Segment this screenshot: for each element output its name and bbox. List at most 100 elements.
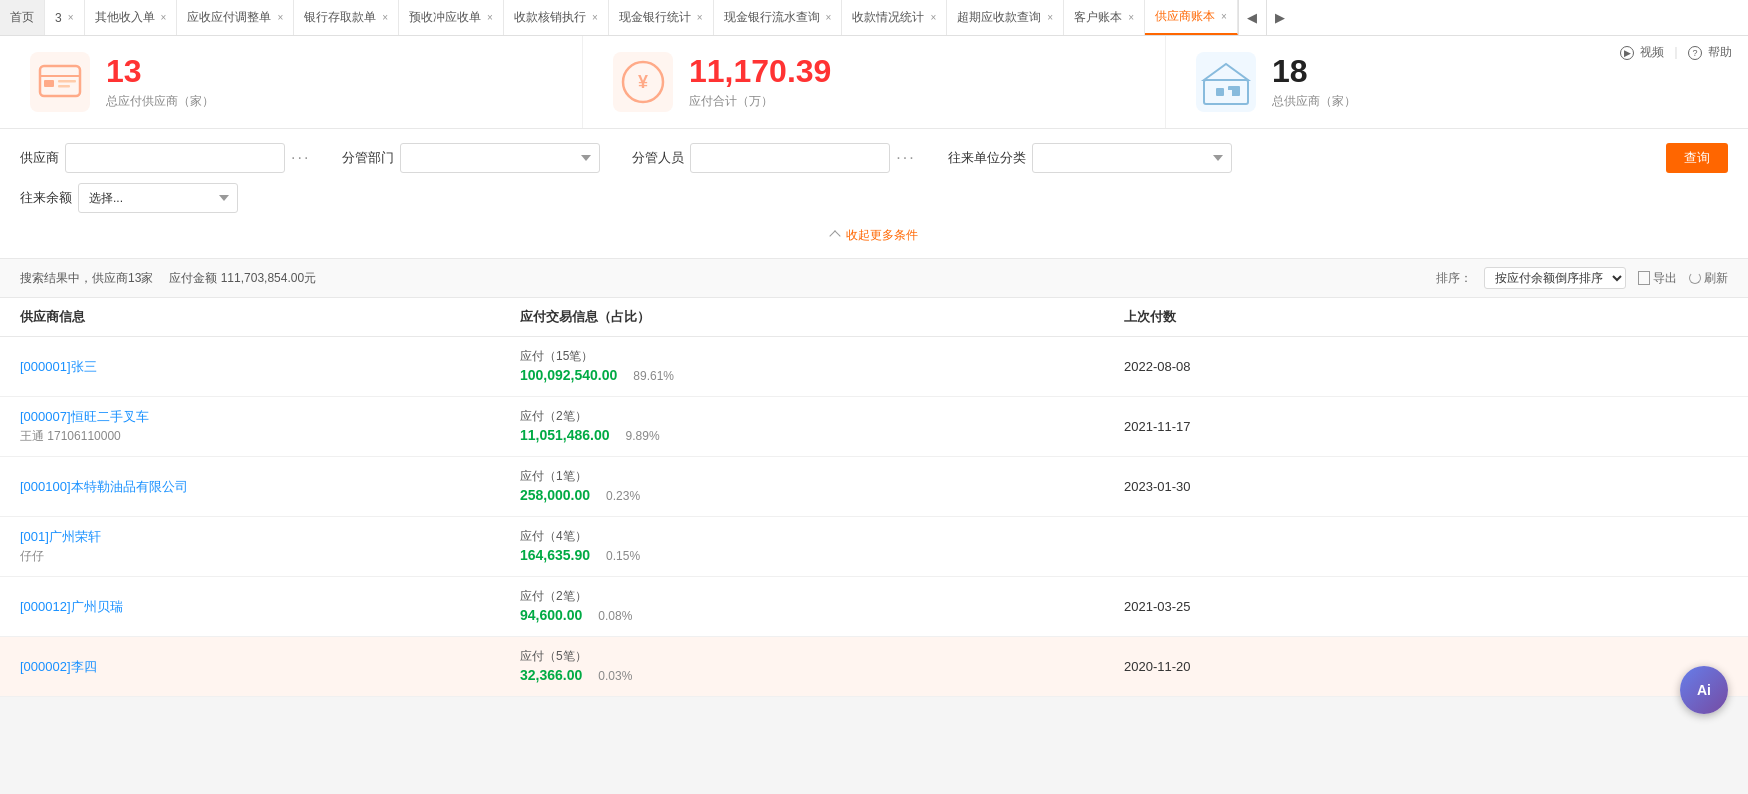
trans-percent: 0.15% xyxy=(606,549,640,563)
close-icon[interactable]: × xyxy=(382,12,388,23)
supplier-info-cell: [000002]李四 xyxy=(20,658,520,676)
refresh-icon xyxy=(1689,272,1701,284)
nav-payment-stats[interactable]: 收款情况统计 × xyxy=(842,0,947,35)
col-supplier-info: 供应商信息 xyxy=(20,308,520,326)
help-link[interactable]: 帮助 xyxy=(1708,44,1732,61)
video-link[interactable]: 视频 xyxy=(1640,44,1664,61)
nav-collection[interactable]: 收款核销执行 × xyxy=(504,0,609,35)
supplier-link[interactable]: [000007]恒旺二手叉车 xyxy=(20,409,149,424)
last-payment-cell: 2020-11-20 xyxy=(1124,659,1728,674)
trans-percent: 89.61% xyxy=(633,369,674,383)
last-payment-cell: 2021-11-17 xyxy=(1124,419,1728,434)
balance-field: 往来余额 选择... xyxy=(20,183,238,213)
stat-card-suppliers-payable: 13 总应付供应商（家） xyxy=(0,36,583,128)
table-row: [000001]张三 应付（15笔） 100,092,540.00 89.61%… xyxy=(0,337,1748,397)
supplier-link[interactable]: [000100]本特勒油品有限公司 xyxy=(20,479,188,494)
transaction-info-cell: 应付（2笔） 94,600.00 0.08% xyxy=(520,588,1124,625)
supplier-sub: 王通 17106110000 xyxy=(20,428,520,445)
nav-cash-stats[interactable]: 现金银行统计 × xyxy=(609,0,714,35)
chevron-up-icon xyxy=(829,230,840,241)
trans-amount[interactable]: 94,600.00 xyxy=(520,607,582,623)
supplier-field: 供应商 ··· xyxy=(20,143,310,173)
svg-text:¥: ¥ xyxy=(638,72,648,92)
supplier-input[interactable] xyxy=(65,143,285,173)
close-icon[interactable]: × xyxy=(930,12,936,23)
supplier-info-cell: [000012]广州贝瑞 xyxy=(20,598,520,616)
close-icon[interactable]: × xyxy=(697,12,703,23)
close-icon[interactable]: × xyxy=(1128,12,1134,23)
trans-label: 应付（15笔） xyxy=(520,348,1124,365)
close-icon[interactable]: × xyxy=(68,12,74,23)
category-field: 往来单位分类 xyxy=(948,143,1232,173)
close-icon[interactable]: × xyxy=(277,12,283,23)
top-nav: 首页 3 × 其他收入单 × 应收应付调整单 × 银行存取款单 × 预收冲应收单… xyxy=(0,0,1748,36)
result-amount: 应付金额 111,703,854.00元 xyxy=(169,270,316,287)
person-field: 分管人员 ··· xyxy=(632,143,915,173)
trans-amount[interactable]: 258,000.00 xyxy=(520,487,590,503)
stats-bar: 13 总应付供应商（家） ¥ 11,170.39 应付合计（万） xyxy=(0,36,1748,129)
trans-amount[interactable]: 32,366.00 xyxy=(520,667,582,683)
refresh-btn[interactable]: 刷新 xyxy=(1689,270,1728,287)
last-payment-cell: 2021-03-25 xyxy=(1124,599,1728,614)
dept-label: 分管部门 xyxy=(342,149,394,167)
sort-select[interactable]: 按应付余额倒序排序 xyxy=(1484,267,1626,289)
supplier-link[interactable]: [001]广州荣轩 xyxy=(20,529,101,544)
supplier-dots[interactable]: ··· xyxy=(291,149,310,167)
dept-select[interactable] xyxy=(400,143,600,173)
nav-adjustment[interactable]: 应收应付调整单 × xyxy=(177,0,294,35)
trans-amount[interactable]: 164,635.90 xyxy=(520,547,590,563)
nav-bank[interactable]: 银行存取款单 × xyxy=(294,0,399,35)
supplier-info-cell: [000001]张三 xyxy=(20,358,520,376)
trans-amount[interactable]: 100,092,540.00 xyxy=(520,367,617,383)
supplier-sub: 仔仔 xyxy=(20,548,520,565)
nav-supplier-ledger[interactable]: 供应商账本 × xyxy=(1145,0,1238,35)
nav-advance[interactable]: 预收冲应收单 × xyxy=(399,0,504,35)
money-icon: ¥ xyxy=(613,52,673,112)
stat-label-total: 应付合计（万） xyxy=(689,93,831,110)
close-icon[interactable]: × xyxy=(161,12,167,23)
collapse-button[interactable]: 收起更多条件 xyxy=(815,223,934,248)
export-btn[interactable]: 导出 xyxy=(1638,270,1677,287)
svg-rect-14 xyxy=(1228,90,1232,96)
supplier-link[interactable]: [000012]广州贝瑞 xyxy=(20,599,123,614)
result-bar: 搜索结果中，供应商13家 应付金额 111,703,854.00元 排序： 按应… xyxy=(0,259,1748,298)
balance-select[interactable]: 选择... xyxy=(78,183,238,213)
nav-next-arrow[interactable]: ▶ xyxy=(1266,0,1294,35)
nav-other-income[interactable]: 其他收入单 × xyxy=(85,0,178,35)
dept-field: 分管部门 xyxy=(342,143,600,173)
category-select[interactable] xyxy=(1032,143,1232,173)
person-label: 分管人员 xyxy=(632,149,684,167)
nav-cash-flow[interactable]: 现金银行流水查询 × xyxy=(714,0,843,35)
last-payment-cell: 2022-08-08 xyxy=(1124,359,1728,374)
person-dots[interactable]: ··· xyxy=(896,149,915,167)
table-row: [001]广州荣轩 仔仔 应付（4笔） 164,635.90 0.15% xyxy=(0,517,1748,577)
trans-label: 应付（5笔） xyxy=(520,648,1124,665)
search-form: 供应商 ··· 分管部门 分管人员 ··· 往来单位分类 xyxy=(0,129,1748,259)
close-icon[interactable]: × xyxy=(592,12,598,23)
trans-amount[interactable]: 11,051,486.00 xyxy=(520,427,610,443)
trans-label: 应付（2笔） xyxy=(520,408,1124,425)
table-row: [000002]李四 应付（5笔） 32,366.00 0.03% 2020-1… xyxy=(0,637,1748,697)
col-transaction-info: 应付交易信息（占比） xyxy=(520,308,1124,326)
query-button[interactable]: 查询 xyxy=(1666,143,1728,173)
trans-percent: 9.89% xyxy=(626,429,660,443)
supplier-info-cell: [000007]恒旺二手叉车 王通 17106110000 xyxy=(20,408,520,445)
close-icon[interactable]: × xyxy=(826,12,832,23)
close-icon[interactable]: × xyxy=(1047,12,1053,23)
nav-overdue[interactable]: 超期应收款查询 × xyxy=(947,0,1064,35)
category-label: 往来单位分类 xyxy=(948,149,1026,167)
trans-label: 应付（2笔） xyxy=(520,588,1124,605)
nav-prev-arrow[interactable]: ◀ xyxy=(1238,0,1266,35)
col-last-payment: 上次付数 xyxy=(1124,308,1728,326)
ai-button[interactable]: Ai xyxy=(1680,666,1728,714)
person-input[interactable] xyxy=(690,143,890,173)
trans-percent: 0.03% xyxy=(598,669,632,683)
nav-customer-ledger[interactable]: 客户账本 × xyxy=(1064,0,1145,35)
close-icon[interactable]: × xyxy=(487,12,493,23)
nav-home[interactable]: 首页 xyxy=(0,0,45,35)
nav-3[interactable]: 3 × xyxy=(45,0,85,35)
close-icon[interactable]: × xyxy=(1221,11,1227,22)
video-icon: ▶ xyxy=(1620,46,1634,60)
supplier-link[interactable]: [000001]张三 xyxy=(20,359,97,374)
supplier-link[interactable]: [000002]李四 xyxy=(20,659,97,674)
